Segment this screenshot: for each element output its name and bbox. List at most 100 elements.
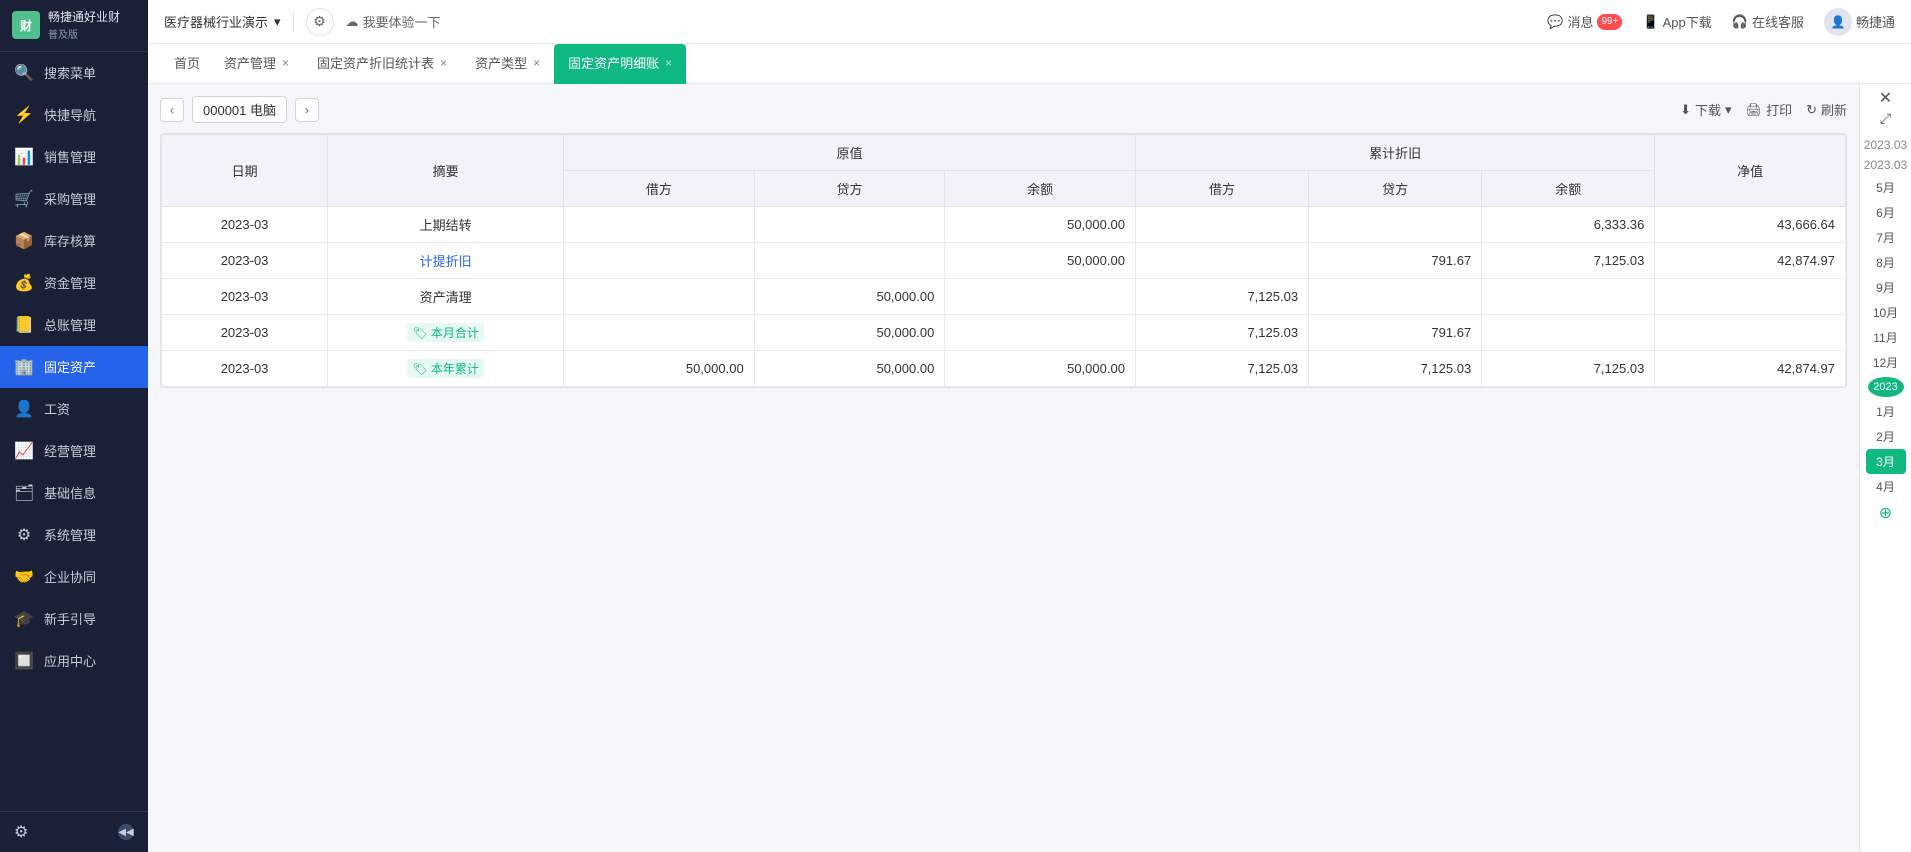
sidebar-collapse-btn[interactable]: ◀◀: [118, 824, 134, 840]
cell-net-value: [1655, 279, 1846, 315]
print-icon: 🖨: [1746, 102, 1763, 118]
panel-month-item[interactable]: 3月: [1866, 449, 1906, 474]
panel-close-btn[interactable]: ✕: [1879, 88, 1892, 108]
refresh-btn[interactable]: ↻ 刷新: [1806, 100, 1847, 119]
app-download-btn[interactable]: 📱 App下载: [1642, 12, 1711, 31]
tab-asset-detail[interactable]: 固定资产明细账 ×: [554, 44, 686, 84]
sidebar-item-label: 固定资产: [44, 357, 96, 376]
funds-icon: 💰: [14, 273, 34, 293]
sidebar-item-search[interactable]: 🔍 搜索菜单: [0, 52, 148, 94]
download-icon: 📱: [1642, 14, 1658, 30]
panel-month-item[interactable]: 8月: [1866, 250, 1906, 275]
table-row: 2023-03 计提折旧 50,000.00 791.67 7,125.03 4…: [162, 243, 1846, 279]
cell-date: 2023-03: [162, 351, 328, 387]
operations-icon: 📈: [14, 441, 34, 461]
experience-btn[interactable]: ☁ 我要体验一下: [346, 12, 441, 31]
company-name: 医疗器械行业演示: [164, 12, 268, 31]
asset-prev-btn[interactable]: ‹: [160, 98, 184, 122]
sidebar-item-inventory[interactable]: 📦 库存核算: [0, 220, 148, 262]
panel-month-item[interactable]: 12月: [1866, 350, 1906, 375]
sidebar-item-label: 工资: [44, 399, 70, 418]
sidebar-item-quicknav[interactable]: ⚡ 快捷导航: [0, 94, 148, 136]
cell-orig-debit: 50,000.00: [564, 351, 755, 387]
sidebar-item-label: 搜索菜单: [44, 63, 96, 82]
print-btn[interactable]: 🖨 打印: [1746, 100, 1793, 119]
sidebar-item-app-center[interactable]: 🔲 应用中心: [0, 640, 148, 682]
download-label: 下载: [1695, 100, 1721, 119]
system-icon: ⚙: [14, 525, 34, 545]
assets-icon: 🏢: [14, 357, 34, 377]
sidebar-nav: 🔍 搜索菜单 ⚡ 快捷导航 📊 销售管理 🛒 采购管理 📦 库存核算 💰 资金管…: [0, 52, 148, 811]
table-row: 2023-03 🏷 本月合计 50,000.00 7,125.03 791.67: [162, 315, 1846, 351]
panel-month-item[interactable]: 4月: [1866, 474, 1906, 499]
sidebar-item-label: 系统管理: [44, 525, 96, 544]
cell-orig-credit: [754, 207, 945, 243]
cell-date: 2023-03: [162, 279, 328, 315]
asset-next-btn[interactable]: ›: [295, 98, 319, 122]
panel-month-item[interactable]: 7月: [1866, 225, 1906, 250]
sidebar-item-fixed-assets[interactable]: 🏢 固定资产: [0, 346, 148, 388]
panel-month-item[interactable]: 5月: [1866, 175, 1906, 200]
toolbar-actions: ⬇ 下载 ▾ 🖨 打印 ↻ 刷新: [1680, 100, 1847, 119]
tab-home[interactable]: 首页: [164, 44, 210, 84]
col-original-value: 原值: [564, 135, 1136, 171]
app-name: 畅捷通好业财: [48, 10, 120, 26]
sidebar-footer: ⚙ ◀◀: [0, 811, 148, 852]
sidebar-item-coop[interactable]: 🤝 企业协同: [0, 556, 148, 598]
search-icon: 🔍: [14, 63, 34, 83]
panel-scroll-down[interactable]: ⊕: [1879, 503, 1892, 523]
sidebar-item-label: 新手引导: [44, 609, 96, 628]
panel-month-item[interactable]: 6月: [1866, 200, 1906, 225]
cell-summary: 🏷 本月合计: [328, 315, 564, 351]
app-edition: 普及版: [48, 26, 120, 41]
sidebar-item-system[interactable]: ⚙ 系统管理: [0, 514, 148, 556]
panel-month-item[interactable]: 1月: [1866, 399, 1906, 424]
tab-asset-mgmt-label: 资产管理: [224, 53, 276, 72]
col-orig-balance: 余额: [945, 171, 1136, 207]
panel-month-item[interactable]: 11月: [1866, 325, 1906, 350]
col-date: 日期: [162, 135, 328, 207]
cell-orig-credit: [754, 243, 945, 279]
col-dep-credit: 贷方: [1309, 171, 1482, 207]
cell-dep-credit: [1309, 207, 1482, 243]
col-dep-balance: 余额: [1482, 171, 1655, 207]
company-selector[interactable]: 医疗器械行业演示 ▾: [164, 12, 281, 31]
cell-net-value: 42,874.97: [1655, 351, 1846, 387]
sidebar-item-funds[interactable]: 💰 资金管理: [0, 262, 148, 304]
tab-asset-detail-close[interactable]: ×: [665, 56, 672, 70]
service-btn[interactable]: 🎧 在线客服: [1732, 12, 1804, 31]
cell-dep-balance: [1482, 279, 1655, 315]
cell-orig-balance: 50,000.00: [945, 351, 1136, 387]
message-btn[interactable]: 💬 消息 99+: [1547, 12, 1622, 31]
cell-summary: 资产清理: [328, 279, 564, 315]
topbar-settings-btn[interactable]: ⚙: [306, 8, 334, 36]
topbar: 医疗器械行业演示 ▾ ⚙ ☁ 我要体验一下 💬 消息 99+ 📱 App下载 🎧…: [148, 0, 1911, 44]
sidebar-item-basic-info[interactable]: 🗂 基础信息: [0, 472, 148, 514]
tab-depreciation-table[interactable]: 固定资产折旧统计表 ×: [303, 44, 461, 84]
panel-month-item[interactable]: 9月: [1866, 275, 1906, 300]
sidebar-item-payroll[interactable]: 👤 工资: [0, 388, 148, 430]
download-btn[interactable]: ⬇ 下载 ▾: [1680, 100, 1731, 119]
tab-depreciation-close[interactable]: ×: [440, 56, 447, 70]
sales-icon: 📊: [14, 147, 34, 167]
tab-asset-type[interactable]: 资产类型 ×: [461, 44, 554, 84]
user-label: 畅捷通: [1856, 12, 1895, 31]
cell-dep-debit: [1135, 243, 1308, 279]
tab-asset-type-close[interactable]: ×: [533, 56, 540, 70]
sidebar-item-sales[interactable]: 📊 销售管理: [0, 136, 148, 178]
cell-orig-debit: [564, 243, 755, 279]
tab-asset-mgmt[interactable]: 资产管理 ×: [210, 44, 303, 84]
cell-orig-credit: 50,000.00: [754, 279, 945, 315]
sidebar-item-operations[interactable]: 📈 经营管理: [0, 430, 148, 472]
tab-asset-mgmt-close[interactable]: ×: [282, 56, 289, 70]
sidebar-item-purchase[interactable]: 🛒 采购管理: [0, 178, 148, 220]
cell-orig-balance: [945, 315, 1136, 351]
settings-gear-icon[interactable]: ⚙: [14, 822, 28, 842]
panel-month-item[interactable]: 2月: [1866, 424, 1906, 449]
sidebar-item-ledger[interactable]: 📒 总账管理: [0, 304, 148, 346]
panel-expand-btn[interactable]: ⤢: [1880, 110, 1891, 127]
panel-month-item[interactable]: 10月: [1866, 300, 1906, 325]
user-btn[interactable]: 👤 畅捷通: [1824, 8, 1895, 36]
summary-text[interactable]: 计提折旧: [420, 254, 472, 269]
sidebar-item-guide[interactable]: 🎓 新手引导: [0, 598, 148, 640]
